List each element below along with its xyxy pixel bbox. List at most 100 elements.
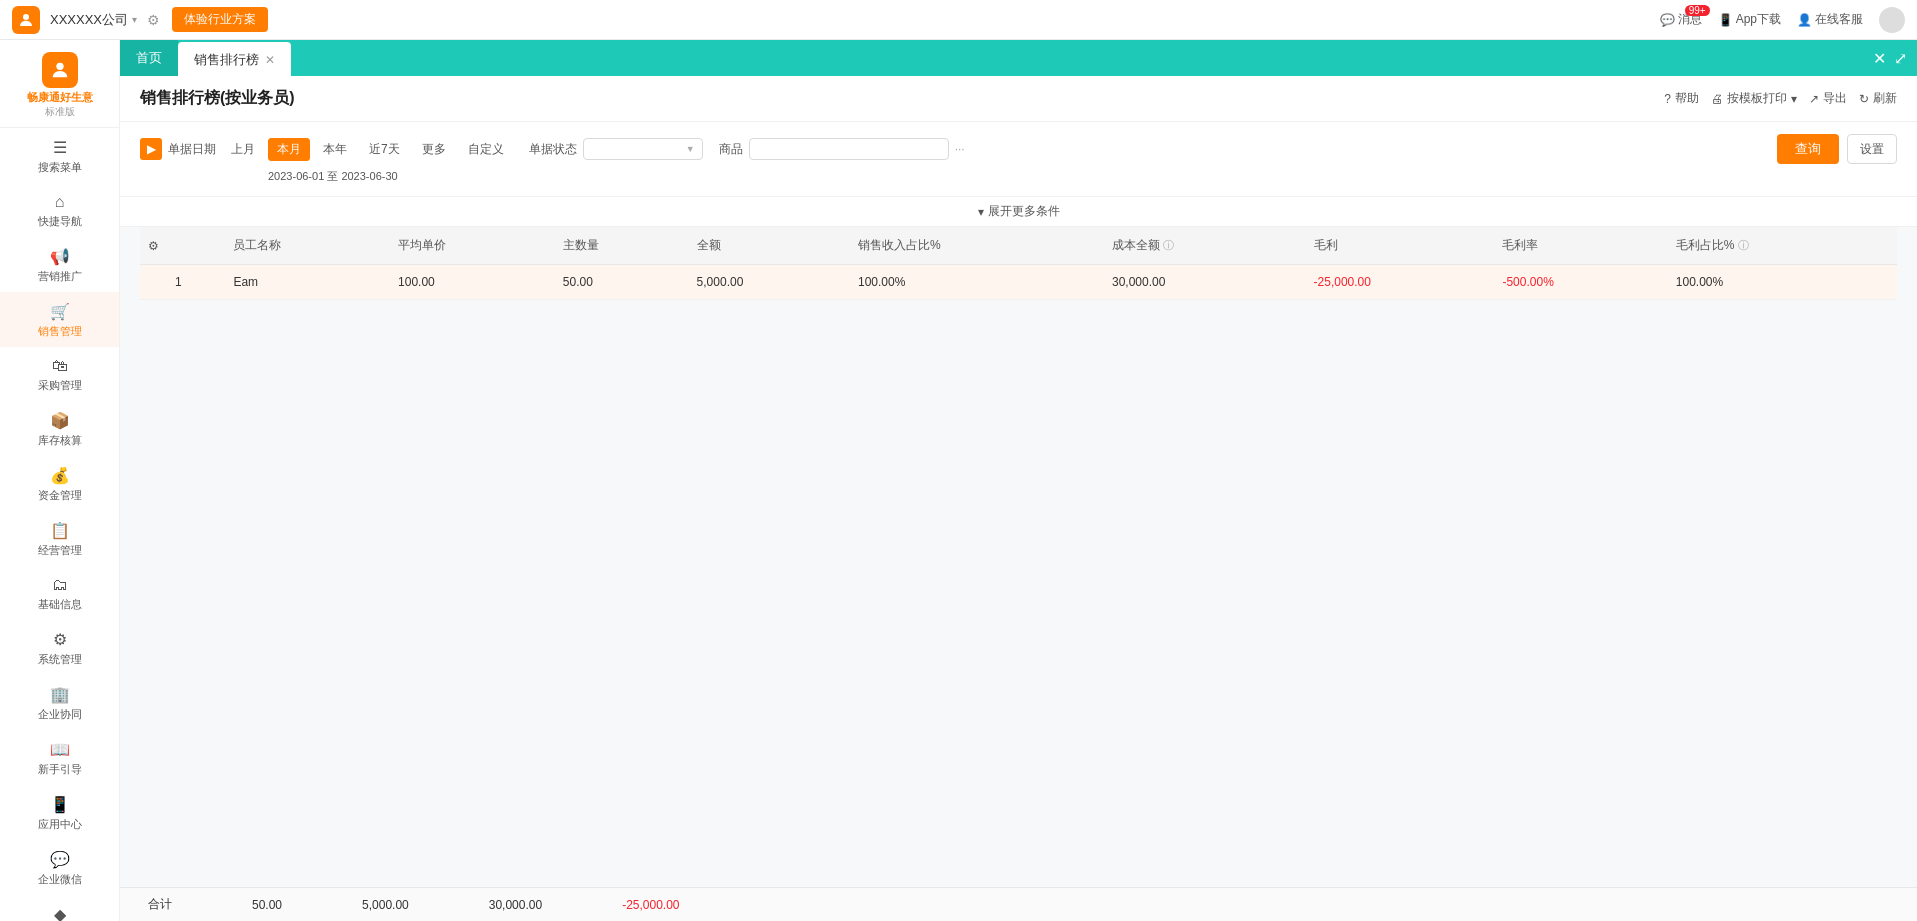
trial-btn[interactable]: 体验行业方案 bbox=[172, 7, 268, 32]
filter-toggle-btn[interactable]: ▶ bbox=[140, 138, 162, 160]
td-gross-pct: 100.00% bbox=[1668, 265, 1897, 300]
sidebar-item-basic-info[interactable]: 🗂 基础信息 bbox=[0, 566, 119, 620]
th-name: 员工名称 bbox=[225, 227, 390, 265]
online-service-btn[interactable]: 👤 在线客服 bbox=[1797, 11, 1863, 28]
purchase-mgmt-icon: 🛍 bbox=[52, 357, 68, 375]
app-logo-icon bbox=[12, 6, 40, 34]
print-chevron-icon: ▾ bbox=[1791, 92, 1797, 106]
svg-point-1 bbox=[56, 63, 63, 70]
page-title: 销售排行榜(按业务员) bbox=[140, 88, 295, 121]
messages-btn[interactable]: 💬 消息 99+ bbox=[1660, 11, 1702, 28]
app-icon: 📱 bbox=[1718, 13, 1733, 27]
date-range-text: 2023-06-01 至 2023-06-30 bbox=[268, 170, 398, 182]
print-icon: 🖨 bbox=[1711, 92, 1723, 106]
sidebar-item-fund-mgmt[interactable]: 💰 资金管理 bbox=[0, 456, 119, 511]
date-btn-last-month[interactable]: 上月 bbox=[222, 138, 264, 161]
query-btn[interactable]: 查询 bbox=[1777, 134, 1839, 164]
date-btn-last7days[interactable]: 近7天 bbox=[360, 138, 409, 161]
date-btn-custom[interactable]: 自定义 bbox=[459, 138, 513, 161]
footer-gross: -25,000.00 bbox=[622, 898, 679, 912]
user-avatar[interactable] bbox=[1879, 7, 1905, 33]
sidebar-item-purchase-mgmt[interactable]: 🛍 采购管理 bbox=[0, 347, 119, 401]
sidebar-item-label: 企业协同 bbox=[38, 707, 82, 722]
sidebar: 畅康通好生意 标准版 ☰ 搜索菜单 ⌂ 快捷导航 📢 营销推广 🛒 销售管理 🛍… bbox=[0, 40, 120, 921]
settings-btn[interactable]: 设置 bbox=[1847, 134, 1897, 164]
sidebar-item-label: 应用中心 bbox=[38, 817, 82, 832]
service-label: 在线客服 bbox=[1815, 11, 1863, 28]
operations-mgmt-icon: 📋 bbox=[50, 521, 70, 540]
sidebar-item-stock-check[interactable]: 📦 库存核算 bbox=[0, 401, 119, 456]
sidebar-item-label: 销售管理 bbox=[38, 324, 82, 339]
th-sales-pct: 销售收入占比% bbox=[850, 227, 1104, 265]
tab-close-icon[interactable]: ✕ bbox=[265, 53, 275, 67]
search-order-icon: ☰ bbox=[53, 138, 67, 157]
expand-tab-icon[interactable]: ⤢ bbox=[1894, 49, 1907, 68]
template-print-label: 按模板打印 bbox=[1727, 90, 1787, 107]
status-filter-item: 单据状态 bbox=[529, 138, 703, 160]
td-cost: 30,000.00 bbox=[1104, 265, 1306, 300]
message-badge: 99+ bbox=[1685, 5, 1710, 16]
message-icon: 💬 bbox=[1660, 13, 1675, 27]
top-bar-right: 💬 消息 99+ 📱 App下载 👤 在线客服 bbox=[1660, 7, 1905, 33]
export-btn[interactable]: ↗ 导出 bbox=[1809, 90, 1847, 107]
goods-ellipsis-icon[interactable]: ··· bbox=[955, 142, 965, 156]
basic-info-icon: 🗂 bbox=[52, 576, 68, 594]
sidebar-item-label: 资金管理 bbox=[38, 488, 82, 503]
goods-filter-item: 商品 ··· bbox=[719, 138, 965, 160]
template-print-btn[interactable]: 🖨 按模板打印 ▾ bbox=[1711, 90, 1797, 107]
status-select[interactable] bbox=[583, 138, 703, 160]
td-rank: 1 bbox=[167, 265, 225, 300]
goods-filter-label: 商品 bbox=[719, 141, 743, 158]
tab-home[interactable]: 首页 bbox=[120, 40, 178, 76]
filter-row: ▶ 单据日期 上月 本月 本年 近7天 更多 自定义 单据状态 bbox=[140, 134, 1897, 164]
td-gross: -25,000.00 bbox=[1306, 265, 1495, 300]
th-settings[interactable]: ⚙ bbox=[140, 227, 167, 265]
tab-sales-rank[interactable]: 销售排行榜 ✕ bbox=[178, 42, 291, 78]
company-settings-icon[interactable]: ⚙ bbox=[147, 12, 160, 28]
sidebar-item-label: 系统管理 bbox=[38, 652, 82, 667]
expand-more-btn[interactable]: ▾ 展开更多条件 bbox=[978, 203, 1060, 220]
sidebar-item-label: 基础信息 bbox=[38, 597, 82, 612]
sidebar-logo-icon bbox=[42, 52, 78, 88]
fund-mgmt-icon: 💰 bbox=[50, 466, 70, 485]
date-btns: 上月 本月 本年 近7天 更多 自定义 bbox=[222, 138, 513, 161]
sidebar-item-quick-nav[interactable]: ⌂ 快捷导航 bbox=[0, 183, 119, 237]
gross-pct-help-icon[interactable]: ⓘ bbox=[1738, 239, 1749, 251]
sidebar-item-label: 库存核算 bbox=[38, 433, 82, 448]
stock-check-icon: 📦 bbox=[50, 411, 70, 430]
sidebar-item-app-center[interactable]: 📱 应用中心 bbox=[0, 785, 119, 840]
help-btn[interactable]: ? 帮助 bbox=[1664, 90, 1699, 107]
th-amount: 全额 bbox=[689, 227, 850, 265]
footer-label: 合计 bbox=[148, 896, 172, 913]
sidebar-item-system-mgmt[interactable]: ⚙ 系统管理 bbox=[0, 620, 119, 675]
close-all-tabs-icon[interactable]: ✕ bbox=[1873, 49, 1886, 68]
status-filter-label: 单据状态 bbox=[529, 141, 577, 158]
company-chevron-icon: ▾ bbox=[132, 14, 137, 25]
footer-amount: 5,000.00 bbox=[362, 898, 409, 912]
goods-input[interactable] bbox=[749, 138, 949, 160]
sidebar-item-vip[interactable]: ◆ 畅会员 bbox=[0, 895, 119, 921]
date-filter-item: ▶ 单据日期 上月 本月 本年 近7天 更多 自定义 bbox=[140, 138, 513, 161]
sidebar-item-enterprise-wechat[interactable]: 💬 企业微信 bbox=[0, 840, 119, 895]
sidebar-item-operations-mgmt[interactable]: 📋 经营管理 bbox=[0, 511, 119, 566]
system-mgmt-icon: ⚙ bbox=[53, 630, 67, 649]
sidebar-item-marketing[interactable]: 📢 营销推广 bbox=[0, 237, 119, 292]
date-btn-more[interactable]: 更多 bbox=[413, 138, 455, 161]
tab-bar-right: ✕ ⤢ bbox=[1873, 49, 1917, 68]
cost-help-icon[interactable]: ⓘ bbox=[1163, 239, 1174, 251]
sales-mgmt-icon: 🛒 bbox=[50, 302, 70, 321]
date-btn-this-year[interactable]: 本年 bbox=[314, 138, 356, 161]
sidebar-item-onboarding[interactable]: 📖 新手引导 bbox=[0, 730, 119, 785]
refresh-btn[interactable]: ↻ 刷新 bbox=[1859, 90, 1897, 107]
td-name: Eam bbox=[225, 265, 390, 300]
sidebar-item-enterprise-collab[interactable]: 🏢 企业协同 bbox=[0, 675, 119, 730]
service-icon: 👤 bbox=[1797, 13, 1812, 27]
th-cost: 成本全额 ⓘ bbox=[1104, 227, 1306, 265]
help-label: 帮助 bbox=[1675, 90, 1699, 107]
sidebar-item-sales-mgmt[interactable]: 🛒 销售管理 bbox=[0, 292, 119, 347]
sidebar-item-label: 企业微信 bbox=[38, 872, 82, 887]
app-download-btn[interactable]: 📱 App下载 bbox=[1718, 11, 1781, 28]
date-btn-this-month[interactable]: 本月 bbox=[268, 138, 310, 161]
sidebar-item-search-order[interactable]: ☰ 搜索菜单 bbox=[0, 128, 119, 183]
company-selector[interactable]: XXXXXX公司 ▾ bbox=[50, 11, 137, 29]
